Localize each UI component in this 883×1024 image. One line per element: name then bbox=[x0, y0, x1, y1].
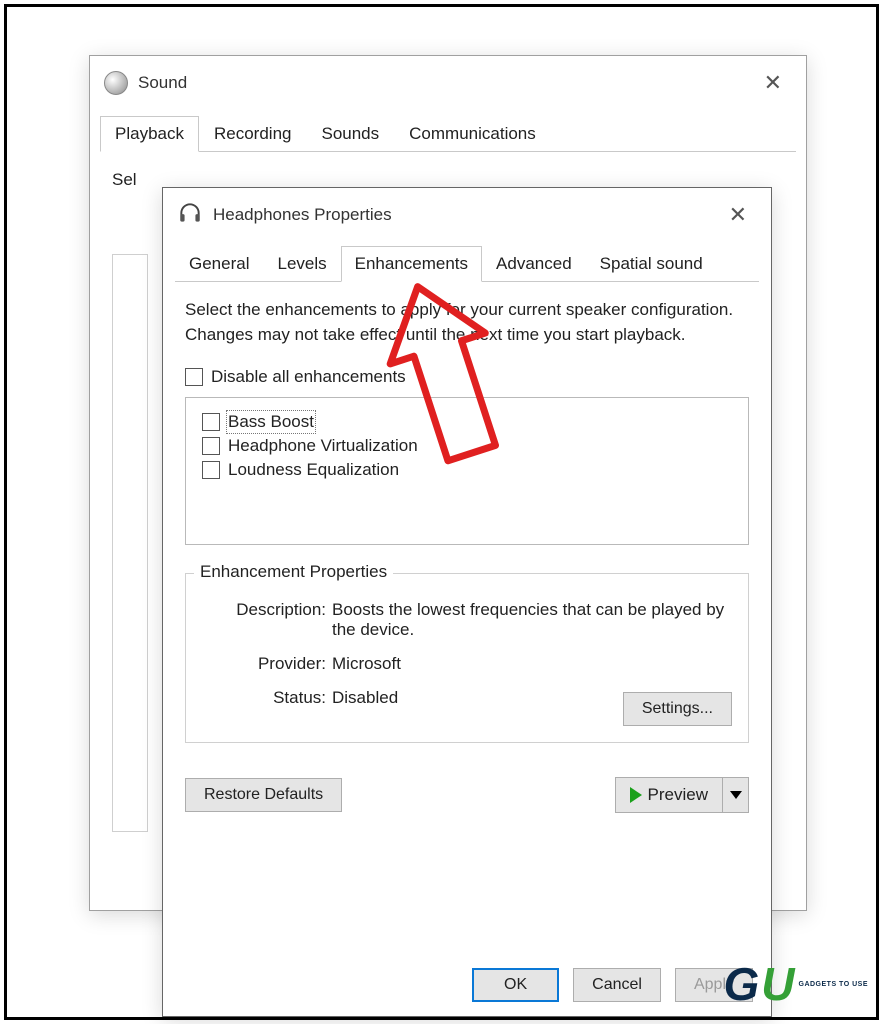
tab-general[interactable]: General bbox=[175, 246, 263, 281]
dialog-buttons: OK Cancel Apply bbox=[472, 968, 753, 1002]
chevron-down-icon bbox=[730, 791, 742, 799]
provider-value: Microsoft bbox=[332, 654, 732, 674]
image-frame: Sound ✕ Playback Recording Sounds Commun… bbox=[4, 4, 879, 1020]
enhancements-panel: Select the enhancements to apply for you… bbox=[163, 282, 771, 829]
tab-levels[interactable]: Levels bbox=[263, 246, 340, 281]
speaker-icon bbox=[104, 71, 128, 95]
tab-playback[interactable]: Playback bbox=[100, 116, 199, 152]
preview-dropdown[interactable] bbox=[723, 777, 749, 813]
loudness-equalization-label: Loudness Equalization bbox=[228, 460, 399, 480]
headphones-properties-window: Headphones Properties ✕ General Levels E… bbox=[162, 187, 772, 1017]
enhancement-bass-boost[interactable]: Bass Boost bbox=[202, 412, 732, 432]
sound-tabs: Playback Recording Sounds Communications bbox=[100, 116, 796, 152]
tab-sounds[interactable]: Sounds bbox=[306, 116, 394, 151]
enhancement-properties-group: Enhancement Properties Description: Boos… bbox=[185, 573, 749, 743]
disable-all-checkbox[interactable] bbox=[185, 368, 203, 386]
loudness-equalization-checkbox[interactable] bbox=[202, 461, 220, 479]
watermark-sub: GADGETS TO USE bbox=[799, 981, 869, 988]
watermark-logo: GU GADGETS TO USE bbox=[723, 957, 868, 1011]
enhancement-headphone-virtualization[interactable]: Headphone Virtualization bbox=[202, 436, 732, 456]
tab-spatial-sound[interactable]: Spatial sound bbox=[586, 246, 717, 281]
provider-label: Provider: bbox=[202, 654, 332, 674]
bass-boost-label: Bass Boost bbox=[228, 412, 314, 432]
device-list-peek bbox=[112, 254, 148, 832]
group-legend: Enhancement Properties bbox=[194, 562, 393, 582]
play-icon bbox=[630, 787, 642, 803]
watermark-u: U bbox=[761, 957, 792, 1011]
disable-all-label: Disable all enhancements bbox=[211, 367, 406, 387]
sound-title: Sound bbox=[138, 73, 187, 93]
settings-button[interactable]: Settings... bbox=[623, 692, 732, 726]
close-icon[interactable]: ✕ bbox=[754, 66, 792, 100]
enhancement-loudness-equalization[interactable]: Loudness Equalization bbox=[202, 460, 732, 480]
preview-button[interactable]: Preview bbox=[615, 777, 723, 813]
props-title: Headphones Properties bbox=[213, 205, 392, 225]
tab-enhancements[interactable]: Enhancements bbox=[341, 246, 482, 282]
headphone-virtualization-label: Headphone Virtualization bbox=[228, 436, 418, 456]
props-titlebar: Headphones Properties ✕ bbox=[163, 188, 771, 242]
sound-titlebar: Sound ✕ bbox=[90, 56, 806, 110]
headphones-icon bbox=[177, 200, 213, 231]
status-label: Status: bbox=[202, 688, 332, 708]
props-tabs: General Levels Enhancements Advanced Spa… bbox=[175, 246, 759, 282]
bass-boost-checkbox[interactable] bbox=[202, 413, 220, 431]
preview-split-button: Preview bbox=[615, 777, 749, 813]
tab-communications[interactable]: Communications bbox=[394, 116, 551, 151]
enhancements-list: Bass Boost Headphone Virtualization Loud… bbox=[185, 397, 749, 545]
disable-all-row[interactable]: Disable all enhancements bbox=[185, 367, 749, 387]
tab-recording[interactable]: Recording bbox=[199, 116, 307, 151]
tab-advanced[interactable]: Advanced bbox=[482, 246, 586, 281]
restore-preview-row: Restore Defaults Preview bbox=[185, 777, 749, 813]
preview-label: Preview bbox=[648, 785, 708, 805]
restore-defaults-button[interactable]: Restore Defaults bbox=[185, 778, 342, 812]
description-label: Description: bbox=[202, 600, 332, 640]
description-value: Boosts the lowest frequencies that can b… bbox=[332, 600, 732, 640]
sound-body-text: Sel bbox=[112, 170, 137, 189]
cancel-button[interactable]: Cancel bbox=[573, 968, 661, 1002]
ok-button[interactable]: OK bbox=[472, 968, 559, 1002]
watermark-g: G bbox=[723, 957, 757, 1011]
headphone-virtualization-checkbox[interactable] bbox=[202, 437, 220, 455]
enhancements-description: Select the enhancements to apply for you… bbox=[185, 298, 749, 347]
close-icon[interactable]: ✕ bbox=[719, 198, 757, 232]
